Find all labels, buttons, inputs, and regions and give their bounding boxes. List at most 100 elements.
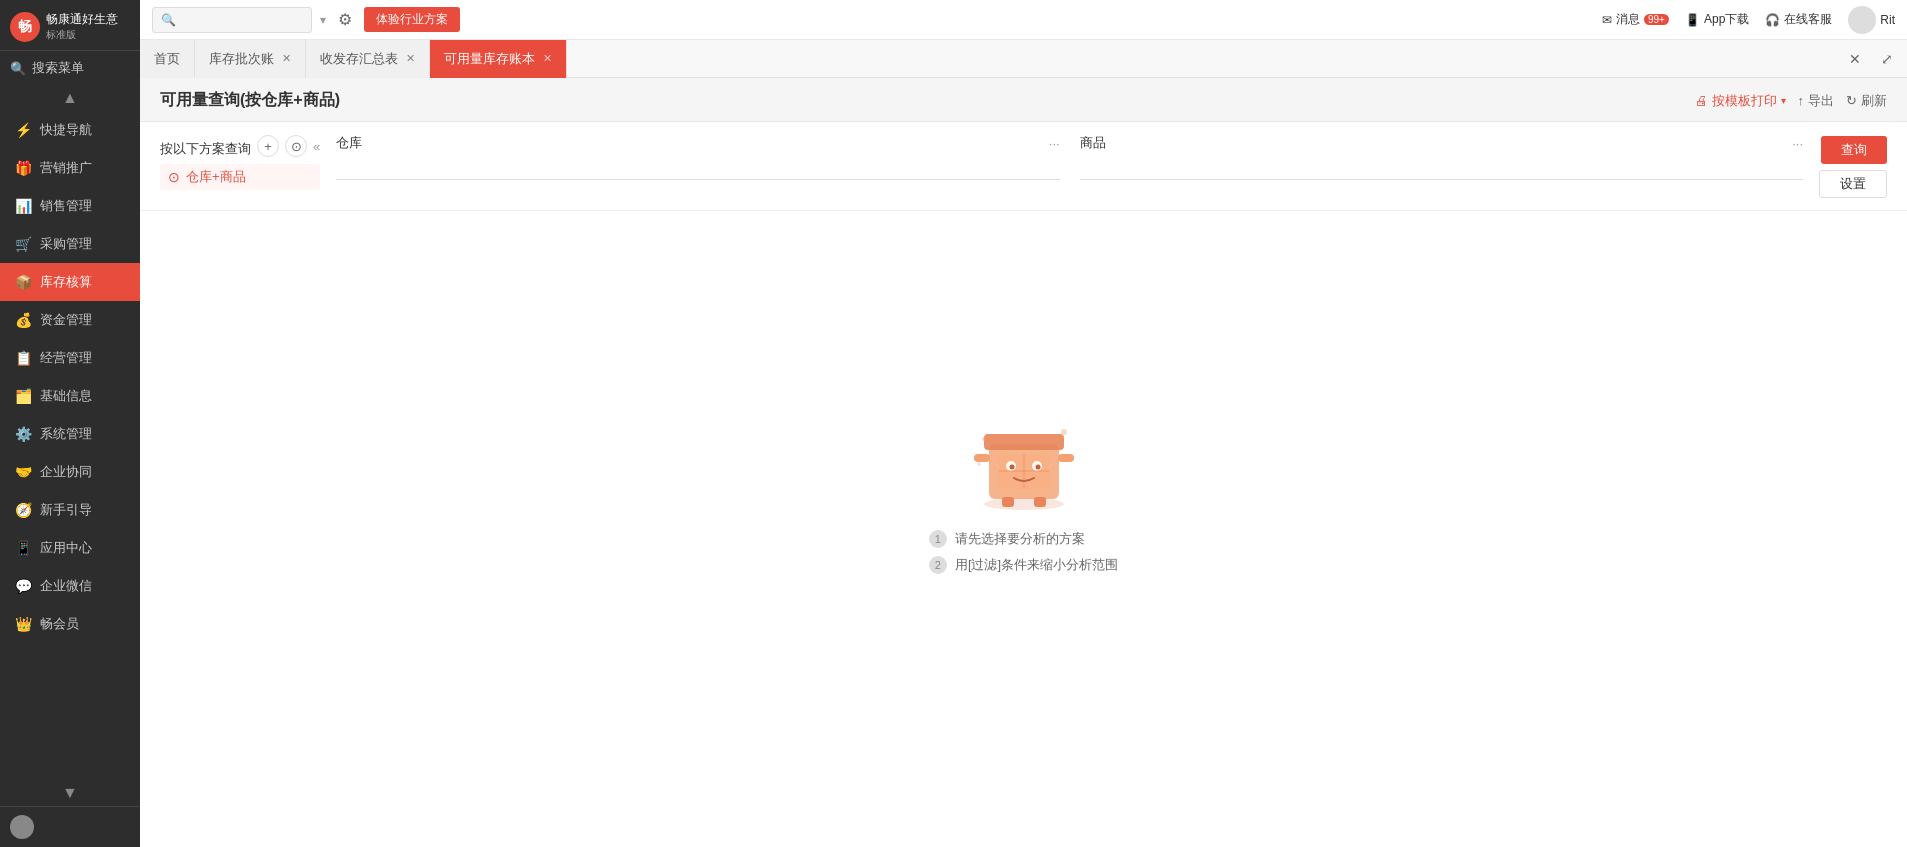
settings-btn[interactable]: 设置 [1819, 170, 1887, 198]
settings-gear-icon[interactable]: ⚙ [334, 10, 356, 29]
goods-input[interactable] [1080, 156, 1803, 180]
tab-home-label: 首页 [154, 50, 180, 68]
svg-rect-9 [1034, 497, 1046, 507]
marketing-icon: 🎁 [14, 159, 32, 177]
scroll-down-btn[interactable]: ▼ [0, 780, 140, 806]
tab-collect-account[interactable]: 收发存汇总表 ✕ [306, 40, 430, 78]
sidebar-bottom[interactable] [0, 806, 140, 847]
topbar: 🔍 ▾ ⚙ 体验行业方案 ✉ 消息 99+ 📱 App下载 🎧 在线客服 Rit [140, 0, 1907, 40]
export-icon: ↑ [1798, 93, 1805, 108]
topbar-right: ✉ 消息 99+ 📱 App下载 🎧 在线客服 Rit [1602, 6, 1895, 34]
sidebar-item-sales[interactable]: 📊 销售管理 [0, 187, 140, 225]
tab-home[interactable]: 首页 [140, 40, 195, 78]
message-badge: 99+ [1644, 14, 1669, 25]
sidebar-item-quick-nav[interactable]: ⚡ 快捷导航 [0, 111, 140, 149]
logo-icon: 畅 [10, 12, 40, 42]
sidebar-item-funds[interactable]: 💰 资金管理 [0, 301, 140, 339]
tab-collect-account-close[interactable]: ✕ [406, 52, 415, 65]
phone-icon: 📱 [1685, 13, 1700, 27]
tabbar-expand-icon[interactable]: ⤢ [1875, 47, 1899, 71]
refresh-label: 刷新 [1861, 92, 1887, 110]
inventory-icon: 📦 [14, 273, 32, 291]
sidebar-item-label: 经营管理 [40, 349, 92, 367]
tab-available-account-close[interactable]: ✕ [543, 52, 552, 65]
enterprise-icon: 🤝 [14, 463, 32, 481]
export-btn[interactable]: ↑ 导出 [1798, 92, 1835, 110]
svg-point-7 [1035, 465, 1040, 470]
tab-available-account[interactable]: 可用量库存账本 ✕ [430, 40, 567, 78]
goods-field-header: 商品 ··· [1080, 134, 1803, 152]
avatar-image [1848, 6, 1876, 34]
instruction-text-2: 用[过滤]条件来缩小分析范围 [955, 556, 1118, 574]
filter-fields: 仓库 ··· 商品 ··· [336, 134, 1803, 180]
svg-point-16 [977, 462, 981, 466]
user-avatar[interactable]: Rit [1848, 6, 1895, 34]
trial-btn[interactable]: 体验行业方案 [364, 7, 460, 32]
scroll-up-btn[interactable]: ▲ [0, 85, 140, 111]
filter-field-warehouse: 仓库 ··· [336, 134, 1059, 180]
query-btn[interactable]: 查询 [1821, 136, 1887, 164]
operations-icon: 📋 [14, 349, 32, 367]
scheme-item-warehouse-goods[interactable]: ⊙ 仓库+商品 [160, 164, 320, 190]
tabbar-close-icon[interactable]: ✕ [1843, 47, 1867, 71]
online-service-label: 在线客服 [1784, 11, 1832, 28]
topbar-search-box[interactable]: 🔍 [152, 7, 312, 33]
page-title: 可用量查询(按仓库+商品) [160, 90, 340, 111]
message-btn[interactable]: ✉ 消息 99+ [1602, 11, 1669, 28]
warehouse-field-header: 仓库 ··· [336, 134, 1059, 152]
sidebar-item-label: 采购管理 [40, 235, 92, 253]
sidebar-item-wechat[interactable]: 💬 企业微信 [0, 567, 140, 605]
refresh-btn[interactable]: ↻ 刷新 [1846, 92, 1887, 110]
page-header: 可用量查询(按仓库+商品) 🖨 按模板打印 ▾ ↑ 导出 ↻ 刷新 [140, 78, 1907, 122]
basic-icon: 🗂️ [14, 387, 32, 405]
sidebar-item-enterprise[interactable]: 🤝 企业协同 [0, 453, 140, 491]
sidebar-item-newbie[interactable]: 🧭 新手引导 [0, 491, 140, 529]
sidebar: 畅 畅康通好生意 标准版 🔍 搜索菜单 ▲ ⚡ 快捷导航 🎁 营销推广 📊 销售… [0, 0, 140, 847]
warehouse-input[interactable] [336, 156, 1059, 180]
sidebar-item-label: 基础信息 [40, 387, 92, 405]
tab-batch-account[interactable]: 库存批次账 ✕ [195, 40, 306, 78]
instruction-1: 1 请先选择要分析的方案 [929, 530, 1118, 548]
sidebar-item-label: 快捷导航 [40, 121, 92, 139]
sidebar-item-operations[interactable]: 📋 经营管理 [0, 339, 140, 377]
sidebar-item-inventory[interactable]: 📦 库存核算 [0, 263, 140, 301]
logo-sub: 标准版 [46, 28, 118, 42]
svg-rect-11 [1058, 454, 1074, 462]
svg-rect-10 [974, 454, 990, 462]
goods-more-btn[interactable]: ··· [1792, 136, 1803, 151]
page-content: 可用量查询(按仓库+商品) 🖨 按模板打印 ▾ ↑ 导出 ↻ 刷新 [140, 78, 1907, 847]
template-print-btn[interactable]: 🖨 按模板打印 ▾ [1695, 92, 1786, 110]
sidebar-item-marketing[interactable]: 🎁 营销推广 [0, 149, 140, 187]
sidebar-item-purchase[interactable]: 🛒 采购管理 [0, 225, 140, 263]
sidebar-item-vip[interactable]: 👑 畅会员 [0, 605, 140, 643]
warehouse-more-btn[interactable]: ··· [1049, 136, 1060, 151]
scheme-panel: 按以下方案查询 + ⊙ « ⊙ 仓库+商品 [160, 134, 320, 190]
app-download-btn[interactable]: 📱 App下载 [1685, 11, 1749, 28]
topbar-search-input[interactable] [180, 13, 280, 27]
search-label: 搜索菜单 [32, 59, 84, 77]
sidebar-item-label: 企业协同 [40, 463, 92, 481]
tab-batch-account-close[interactable]: ✕ [282, 52, 291, 65]
sidebar-item-label: 系统管理 [40, 425, 92, 443]
scheme-setting-btn[interactable]: ⊙ [285, 135, 307, 157]
sidebar-item-app-center[interactable]: 📱 应用中心 [0, 529, 140, 567]
sidebar-item-system[interactable]: ⚙️ 系统管理 [0, 415, 140, 453]
chevron-down-icon: ▾ [1781, 95, 1786, 106]
tabbar: 首页 库存批次账 ✕ 收发存汇总表 ✕ 可用量库存账本 ✕ ✕ ⤢ [140, 40, 1907, 78]
svg-point-0 [984, 498, 1064, 510]
sidebar-nav: ⚡ 快捷导航 🎁 营销推广 📊 销售管理 🛒 采购管理 📦 库存核算 💰 资金管… [0, 111, 140, 780]
online-service-btn[interactable]: 🎧 在线客服 [1765, 11, 1832, 28]
svg-point-14 [982, 437, 986, 441]
search-icon: 🔍 [10, 61, 26, 76]
sidebar-item-label: 畅会员 [40, 615, 79, 633]
empty-illustration [964, 404, 1084, 514]
svg-rect-2 [984, 434, 1064, 450]
sidebar-item-basic[interactable]: 🗂️ 基础信息 [0, 377, 140, 415]
scheme-collapse-btn[interactable]: « [313, 139, 320, 154]
wechat-icon: 💬 [14, 577, 32, 595]
dropdown-chevron-icon[interactable]: ▾ [320, 13, 326, 27]
sidebar-search[interactable]: 🔍 搜索菜单 [0, 51, 140, 85]
filter-actions: 查询 设置 [1819, 134, 1887, 198]
scheme-add-btn[interactable]: + [257, 135, 279, 157]
sidebar-item-label: 销售管理 [40, 197, 92, 215]
